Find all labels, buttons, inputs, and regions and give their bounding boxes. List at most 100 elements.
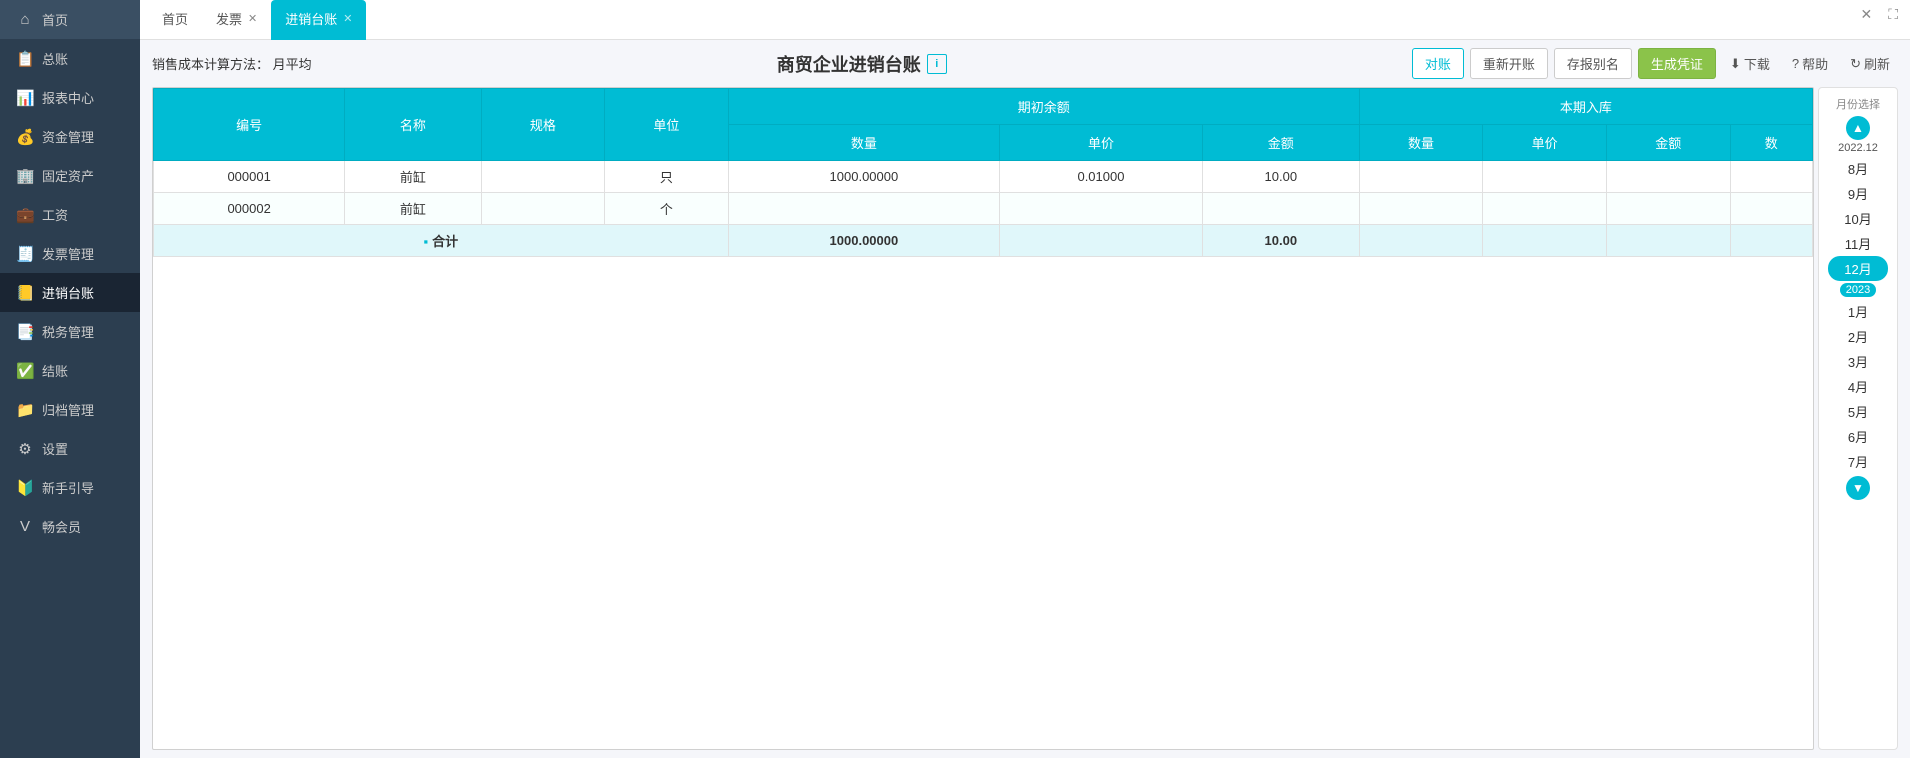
sidebar-label-settings: 设置	[42, 439, 68, 458]
total-row: ▪合计 1000.00000 10.00	[154, 225, 1813, 257]
maximize-button[interactable]: ⛶	[1884, 4, 1902, 25]
title-bar: 销售成本计算方法： 月平均 商贸企业进销台账 i 对账 重新开账 存报别名 生成…	[152, 48, 1898, 79]
sidebar-item-tax[interactable]: 📑税务管理	[0, 312, 140, 351]
month-10[interactable]: 10月	[1828, 206, 1888, 231]
col-current-in-qty: 数量	[1359, 125, 1483, 161]
sidebar-label-fund: 资金管理	[42, 127, 94, 146]
cell-unit: 只	[605, 161, 729, 193]
sidebar-label-purchase: 进销台账	[42, 283, 94, 302]
content: 销售成本计算方法： 月平均 商贸企业进销台账 i 对账 重新开账 存报别名 生成…	[140, 40, 1910, 758]
col-unit: 单位	[605, 89, 729, 161]
cell-code: 000002	[154, 193, 345, 225]
cell-spec	[481, 193, 605, 225]
month-12-active[interactable]: 12月	[1828, 256, 1888, 281]
tab-invoice[interactable]: 发票 ✕	[202, 0, 271, 40]
table-wrapper[interactable]: 编号 名称 规格 单位 期初余额 本期入库 数量 单价 金额 数量	[152, 87, 1814, 750]
col-opening-amount: 金额	[1202, 125, 1359, 161]
cell-name: 前缸	[345, 193, 481, 225]
total-label: ▪合计	[154, 225, 729, 257]
total-current-in-qty	[1359, 225, 1483, 257]
cell-opening-qty: 1000.00000	[728, 161, 999, 193]
month-11[interactable]: 11月	[1828, 231, 1888, 256]
main-area: 首页 发票 ✕ 进销台账 ✕ 销售成本计算方法： 月平均 商贸企业进销台账 i 对账 重…	[140, 0, 1910, 758]
month-prev-button[interactable]: ▲	[1846, 116, 1870, 140]
sidebar-item-fund[interactable]: 💰资金管理	[0, 117, 140, 156]
tab-close-purchase[interactable]: ✕	[343, 12, 352, 25]
sidebar-icon-guide: 🔰	[16, 479, 34, 497]
month-4[interactable]: 4月	[1828, 374, 1888, 399]
sidebar-item-invoice[interactable]: 🧾 发票管理	[0, 234, 140, 273]
reopen-button[interactable]: 重新开账	[1470, 48, 1548, 79]
total-opening-price	[1000, 225, 1203, 257]
help-button[interactable]: ? 帮助	[1784, 49, 1836, 78]
sidebar-label-archive: 归档管理	[42, 400, 94, 419]
sidebar-item-salary[interactable]: 💼工资	[0, 195, 140, 234]
refresh-button[interactable]: ↻ 刷新	[1842, 49, 1898, 78]
download-button[interactable]: ⬇ 下载	[1722, 49, 1778, 78]
table-row[interactable]: 000002 前缸 个	[154, 193, 1813, 225]
sidebar-item-member[interactable]: V畅会员	[0, 507, 140, 546]
help-icon: ?	[1792, 56, 1799, 71]
month-7[interactable]: 7月	[1828, 449, 1888, 474]
table-row[interactable]: 000001 前缸 只 1000.00000 0.01000 10.00	[154, 161, 1813, 193]
total-opening-amount: 10.00	[1202, 225, 1359, 257]
generate-voucher-button[interactable]: 生成凭证	[1638, 48, 1716, 79]
toolbar: 对账 重新开账 存报别名 生成凭证 ⬇ 下载 ? 帮助 ↻ 刷新	[1412, 48, 1898, 79]
cell-current-in-qty	[1359, 161, 1483, 193]
sidebar-icon-salary: 💼	[16, 206, 34, 224]
cell-current-in-qty2	[1730, 161, 1813, 193]
sidebar-item-purchase[interactable]: 📒进销台账	[0, 273, 140, 312]
tab-label-home: 首页	[162, 9, 188, 28]
tab-label-purchase: 进销台账	[285, 9, 337, 28]
sidebar-item-report[interactable]: 📊报表中心	[0, 78, 140, 117]
month-next-button[interactable]: ▼	[1846, 476, 1870, 500]
tab-purchase[interactable]: 进销台账 ✕	[271, 0, 366, 40]
month-5[interactable]: 5月	[1828, 399, 1888, 424]
col-current-in-amount: 金额	[1606, 125, 1730, 161]
page-title-text: 商贸企业进销台账	[777, 51, 921, 77]
sidebar-label-invoice: 发票管理	[42, 244, 94, 263]
sidebar-item-archive[interactable]: 📁 归档管理	[0, 390, 140, 429]
month-8[interactable]: 8月	[1828, 156, 1888, 181]
sidebar-icon-archive: 📁	[16, 401, 34, 419]
sidebar-item-asset[interactable]: 🏢固定资产	[0, 156, 140, 195]
month-2[interactable]: 2月	[1828, 324, 1888, 349]
sidebar-item-home[interactable]: ⌂首页	[0, 0, 140, 39]
save-alias-button[interactable]: 存报别名	[1554, 48, 1632, 79]
tab-label-invoice: 发票	[216, 9, 242, 28]
info-icon[interactable]: i	[927, 54, 947, 74]
sidebar-label-home: 首页	[42, 10, 68, 29]
cell-name: 前缸	[345, 161, 481, 193]
cell-current-in-price	[1483, 161, 1607, 193]
cost-method-value: 月平均	[273, 57, 312, 72]
cell-current-in-qty2	[1730, 193, 1813, 225]
sidebar-icon-asset: 🏢	[16, 167, 34, 185]
cost-method: 销售成本计算方法： 月平均	[152, 54, 312, 73]
month-panel: 月份选择 ▲ 2022.12 8月 9月 10月 11月 12月 2023 1月…	[1818, 87, 1898, 750]
sidebar-icon-invoice: 🧾	[16, 245, 34, 263]
sidebar-item-checkout[interactable]: ✅结账	[0, 351, 140, 390]
cell-current-in-amount	[1606, 161, 1730, 193]
col-current-in-price: 单价	[1483, 125, 1607, 161]
month-3[interactable]: 3月	[1828, 349, 1888, 374]
cell-current-in-price	[1483, 193, 1607, 225]
sidebar-label-checkout: 结账	[42, 361, 68, 380]
sidebar-item-settings[interactable]: ⚙设置	[0, 429, 140, 468]
tab-close-invoice[interactable]: ✕	[248, 12, 257, 25]
tab-bar: 首页 发票 ✕ 进销台账 ✕	[140, 0, 1910, 40]
close-button[interactable]: ✕	[1856, 4, 1876, 25]
data-table: 编号 名称 规格 单位 期初余额 本期入库 数量 单价 金额 数量	[153, 88, 1813, 257]
month-9[interactable]: 9月	[1828, 181, 1888, 206]
sidebar-label-guide: 新手引导	[42, 478, 94, 497]
sidebar-item-guide[interactable]: 🔰 新手引导	[0, 468, 140, 507]
col-spec: 规格	[481, 89, 605, 161]
col-opening-balance: 期初余额	[728, 89, 1359, 125]
col-current-in-qty2: 数	[1730, 125, 1813, 161]
sidebar-label-tax: 税务管理	[42, 322, 94, 341]
compare-button[interactable]: 对账	[1412, 48, 1464, 79]
sidebar-item-ledger[interactable]: 📋总账	[0, 39, 140, 78]
month-6[interactable]: 6月	[1828, 424, 1888, 449]
tab-home[interactable]: 首页	[148, 0, 202, 40]
month-1[interactable]: 1月	[1828, 299, 1888, 324]
cell-current-in-qty	[1359, 193, 1483, 225]
